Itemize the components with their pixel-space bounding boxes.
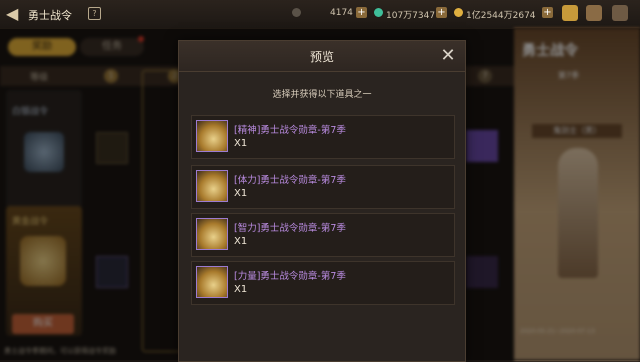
reward-option-name: [精神]勇士战令勋章-第7季: [234, 125, 346, 136]
reward-option-name: [力量]勇士战令勋章-第7季: [234, 271, 346, 282]
moon-coin-icon: [292, 8, 301, 17]
medal-icon: [196, 266, 228, 298]
add-currency-button-1[interactable]: +: [356, 7, 367, 18]
modal-header: 预览 ✕: [179, 41, 465, 72]
reward-option[interactable]: [智力]勇士战令勋章-第7季 X1: [191, 213, 455, 257]
reward-option[interactable]: [力量]勇士战令勋章-第7季 X1: [191, 261, 455, 305]
medal-icon: [196, 218, 228, 250]
crown-icon[interactable]: [562, 5, 578, 21]
add-currency-button-3[interactable]: +: [542, 7, 553, 18]
info-icon[interactable]: ?: [88, 7, 101, 20]
gold-coin-icon: [454, 8, 463, 17]
reward-option-quantity: X1: [234, 284, 248, 295]
mail-icon[interactable]: [586, 5, 602, 21]
reward-option-name: [体力]勇士战令勋章-第7季: [234, 175, 346, 186]
page-title: 勇士战令: [28, 9, 72, 22]
reward-option-name: [智力]勇士战令勋章-第7季: [234, 223, 346, 234]
reward-option[interactable]: [精神]勇士战令勋章-第7季 X1: [191, 115, 455, 159]
reward-option-quantity: X1: [234, 236, 248, 247]
modal-title: 预览: [309, 50, 334, 64]
reward-option-quantity: X1: [234, 188, 248, 199]
top-bar: ◀ 勇士战令 ? 4174 + 107万7347 + 1亿2544万2674 +: [0, 0, 640, 29]
back-arrow-icon[interactable]: ◀: [6, 5, 24, 23]
add-currency-button-2[interactable]: +: [436, 7, 447, 18]
menu-icon[interactable]: [612, 5, 628, 21]
reward-option-quantity: X1: [234, 138, 248, 149]
currency-value-2: 107万7347: [386, 11, 436, 21]
currency-value-1: 4174: [330, 8, 353, 18]
reward-option[interactable]: [体力]勇士战令勋章-第7季 X1: [191, 165, 455, 209]
gem-icon: [374, 8, 383, 17]
preview-modal: 预览 ✕ 选择并获得以下道具之一 [精神]勇士战令勋章-第7季 X1 [体力]勇…: [178, 40, 466, 362]
close-icon[interactable]: ✕: [439, 47, 457, 65]
modal-subtitle: 选择并获得以下道具之一: [272, 90, 372, 100]
currency-value-3: 1亿2544万2674: [466, 11, 536, 21]
medal-icon: [196, 170, 228, 202]
medal-icon: [196, 120, 228, 152]
